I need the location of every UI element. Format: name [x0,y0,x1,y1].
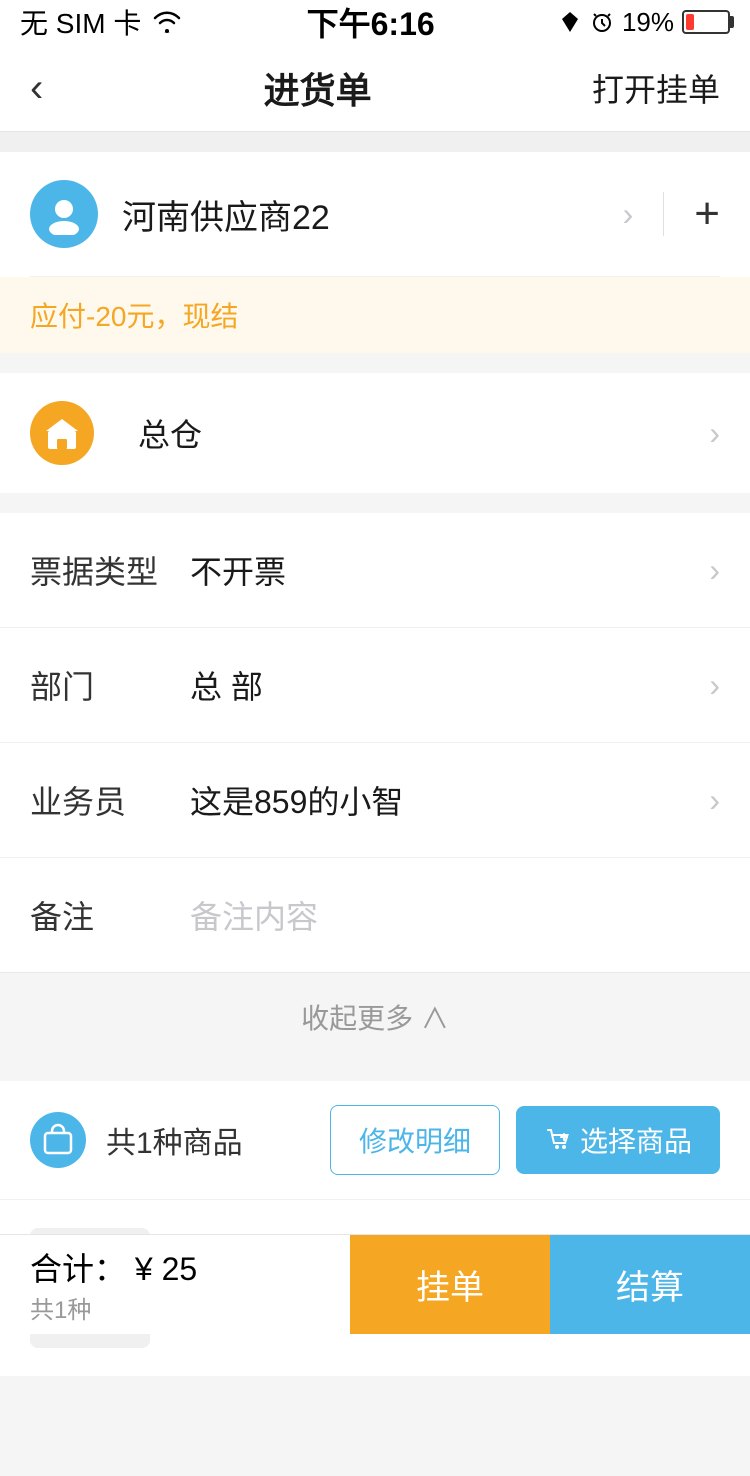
supplier-chevron-icon: › [623,196,634,233]
battery-icon [682,10,730,34]
warehouse-row[interactable]: 总仓 › [0,373,750,493]
total-label: 合计： [30,1251,126,1287]
department-label: 部门 [30,662,170,708]
location-icon [558,10,582,34]
status-right: 19% [558,7,730,38]
products-count: 共1种商品 [106,1118,330,1162]
battery-percent: 19% [622,7,674,38]
edit-detail-button[interactable]: 修改明细 [330,1105,500,1175]
remark-input[interactable]: 备注内容 [190,892,720,938]
nav-bar: ‹ 进货单 打开挂单 [0,44,750,132]
total-count: 共1种 [30,1290,320,1325]
open-hang-button[interactable]: 打开挂单 [592,65,720,111]
collapse-bar[interactable]: 收起更多 ∧ [0,972,750,1061]
page-title: 进货单 [264,62,372,114]
supplier-section: 河南供应商22 › + 应付-20元，现结 [0,152,750,353]
select-product-label: 选择商品 [580,1120,692,1160]
warehouse-section: 总仓 › [0,373,750,493]
total-amount: ¥ 25 [135,1251,197,1287]
staff-row[interactable]: 业务员 这是859的小智 › [0,743,750,858]
total-line: 合计： ¥ 25 [30,1244,320,1290]
bottom-total: 合计： ¥ 25 共1种 [0,1235,350,1334]
staff-chevron-icon: › [709,782,720,819]
collapse-label: 收起更多 ∧ [301,1003,449,1034]
invoice-label: 票据类型 [30,547,170,593]
alarm-icon [590,10,614,34]
select-product-button[interactable]: 选择商品 [516,1106,720,1174]
products-header: 共1种商品 修改明细 选择商品 [0,1081,750,1200]
bottom-bar: 合计： ¥ 25 共1种 挂单 结算 [0,1234,750,1334]
remark-label: 备注 [30,892,170,938]
vertical-divider [663,192,664,236]
back-button[interactable]: ‹ [30,68,43,108]
form-section: 票据类型 不开票 › 部门 总 部 › 业务员 这是859的小智 › 备注 备注… [0,513,750,972]
supplier-note: 应付-20元，现结 [0,277,750,353]
cart-icon [544,1126,572,1154]
carrier-text: 无 SIM 卡 [20,2,141,42]
status-carrier: 无 SIM 卡 [20,2,183,42]
warehouse-name: 总仓 [138,410,709,456]
invoice-value: 不开票 [190,547,709,593]
products-icon [30,1112,86,1168]
department-chevron-icon: › [709,667,720,704]
status-bar: 无 SIM 卡 下午6:16 19% [0,0,750,44]
wifi-icon [151,11,183,33]
warehouse-icon [30,401,94,465]
supplier-row[interactable]: 河南供应商22 › + [0,152,750,276]
remark-row[interactable]: 备注 备注内容 [0,858,750,972]
staff-label: 业务员 [30,777,170,823]
warehouse-chevron-icon: › [709,415,720,452]
status-time: 下午6:16 [307,0,435,45]
supplier-actions: › + [623,192,720,236]
department-value: 总 部 [190,662,709,708]
supplier-name: 河南供应商22 [122,190,623,239]
checkout-button[interactable]: 结算 [550,1235,750,1334]
divider-1 [0,132,750,152]
supplier-avatar [30,180,98,248]
invoice-chevron-icon: › [709,552,720,589]
add-supplier-button[interactable]: + [694,192,720,236]
invoice-row[interactable]: 票据类型 不开票 › [0,513,750,628]
hang-button[interactable]: 挂单 [350,1235,550,1334]
department-row[interactable]: 部门 总 部 › [0,628,750,743]
staff-value: 这是859的小智 [190,777,709,823]
